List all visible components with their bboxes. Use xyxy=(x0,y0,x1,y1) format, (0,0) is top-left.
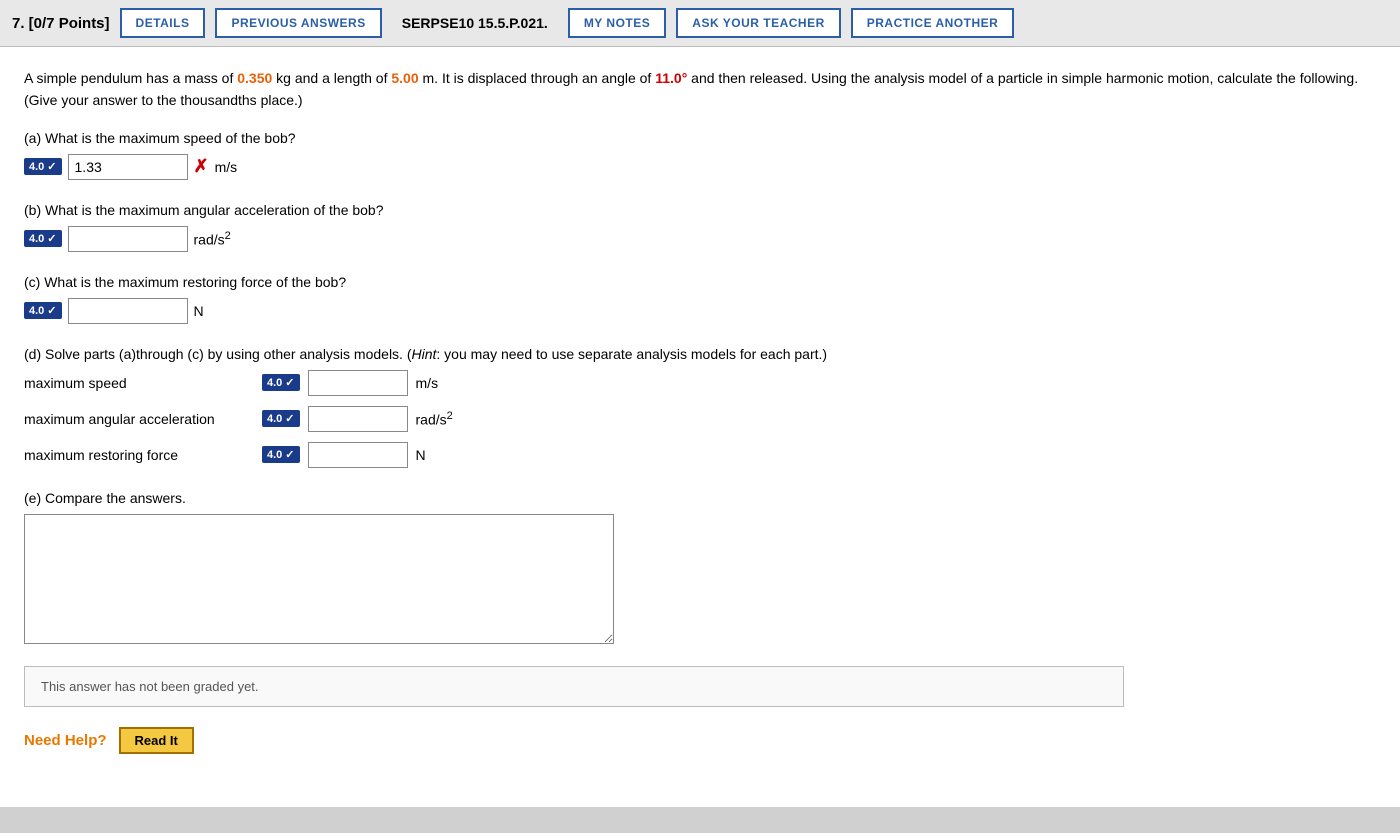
part-d-label: (d) Solve parts (a)through (c) by using … xyxy=(24,346,1376,362)
part-b-badge-label: 4.0 xyxy=(29,233,44,245)
part-d-speed-check-icon: ✓ xyxy=(285,376,294,389)
part-d-force-badge: 4.0 ✓ xyxy=(262,446,300,463)
part-b-badge: 4.0 ✓ xyxy=(24,230,62,247)
part-a-input[interactable] xyxy=(68,154,188,180)
part-d-row-angular: maximum angular acceleration 4.0 ✓ rad/s… xyxy=(24,406,1376,432)
part-d-angular-check-icon: ✓ xyxy=(285,412,294,425)
problem-text-before-mass: A simple pendulum has a mass of xyxy=(24,70,237,86)
part-d-angular-badge: 4.0 ✓ xyxy=(262,410,300,427)
header-bar: 7. [0/7 Points] DETAILS PREVIOUS ANSWERS… xyxy=(0,0,1400,47)
mass-value: 0.350 xyxy=(237,70,272,86)
part-d-row-force: maximum restoring force 4.0 ✓ N xyxy=(24,442,1376,468)
grading-box: This answer has not been graded yet. xyxy=(24,666,1124,707)
part-b-input[interactable] xyxy=(68,226,188,252)
problem-text-before-length: kg and a length of xyxy=(272,70,391,86)
part-c-badge: 4.0 ✓ xyxy=(24,302,62,319)
grading-notice-text: This answer has not been graded yet. xyxy=(41,679,259,694)
part-c-badge-label: 4.0 xyxy=(29,305,44,317)
part-c-input[interactable] xyxy=(68,298,188,324)
part-d-force-unit: N xyxy=(416,447,426,463)
part-d-force-check-icon: ✓ xyxy=(285,448,294,461)
problem-text-before-angle: m. It is displaced through an angle of xyxy=(419,70,656,86)
part-d-angular-input[interactable] xyxy=(308,406,408,432)
part-d-table: maximum speed 4.0 ✓ m/s maximum angular … xyxy=(24,370,1376,468)
part-d-speed-badge: 4.0 ✓ xyxy=(262,374,300,391)
part-b-check-icon: ✓ xyxy=(47,232,56,245)
part-d-speed-label: maximum speed xyxy=(24,375,254,391)
part-c-label: (c) What is the maximum restoring force … xyxy=(24,274,1376,290)
my-notes-button[interactable]: MY NOTES xyxy=(568,8,666,38)
part-d-speed-input[interactable] xyxy=(308,370,408,396)
part-d-force-badge-label: 4.0 xyxy=(267,449,282,461)
part-d-speed-badge-label: 4.0 xyxy=(267,377,282,389)
practice-another-button[interactable]: PRACTICE ANOTHER xyxy=(851,8,1015,38)
part-d-force-input[interactable] xyxy=(308,442,408,468)
part-b-unit: rad/s2 xyxy=(194,230,231,248)
ask-teacher-button[interactable]: ASK YOUR TEACHER xyxy=(676,8,840,38)
part-b-label: (b) What is the maximum angular accelera… xyxy=(24,202,1376,218)
part-a-badge-label: 4.0 xyxy=(29,161,44,173)
part-d-force-label: maximum restoring force xyxy=(24,447,254,463)
previous-answers-button[interactable]: PREVIOUS ANSWERS xyxy=(215,8,381,38)
part-a-section: (a) What is the maximum speed of the bob… xyxy=(24,130,1376,180)
part-a-unit: m/s xyxy=(215,159,238,175)
read-it-button[interactable]: Read It xyxy=(119,727,194,754)
part-a-check-icon: ✓ xyxy=(47,160,56,173)
question-id: SERPSE10 15.5.P.021. xyxy=(402,15,548,31)
part-d-row-speed: maximum speed 4.0 ✓ m/s xyxy=(24,370,1376,396)
need-help-label: Need Help? xyxy=(24,732,107,749)
part-e-label: (e) Compare the answers. xyxy=(24,490,1376,506)
part-b-section: (b) What is the maximum angular accelera… xyxy=(24,202,1376,252)
question-label: 7. [0/7 Points] xyxy=(12,15,110,32)
angle-value: 11.0° xyxy=(655,70,687,86)
part-c-check-icon: ✓ xyxy=(47,304,56,317)
part-b-answer-row: 4.0 ✓ rad/s2 xyxy=(24,226,1376,252)
details-button[interactable]: DETAILS xyxy=(120,8,206,38)
part-a-badge: 4.0 ✓ xyxy=(24,158,62,175)
part-a-answer-row: 4.0 ✓ ✗ m/s xyxy=(24,154,1376,180)
part-c-answer-row: 4.0 ✓ N xyxy=(24,298,1376,324)
part-a-wrong-icon: ✗ xyxy=(194,156,209,177)
problem-text: A simple pendulum has a mass of 0.350 kg… xyxy=(24,67,1376,112)
part-d-speed-unit: m/s xyxy=(416,375,439,391)
need-help-section: Need Help? Read It xyxy=(24,727,1376,754)
main-content: A simple pendulum has a mass of 0.350 kg… xyxy=(0,47,1400,807)
part-d-angular-label: maximum angular acceleration xyxy=(24,411,254,427)
length-value: 5.00 xyxy=(391,70,418,86)
part-d-angular-unit: rad/s2 xyxy=(416,410,453,428)
part-a-label: (a) What is the maximum speed of the bob… xyxy=(24,130,1376,146)
part-c-section: (c) What is the maximum restoring force … xyxy=(24,274,1376,324)
part-e-textarea[interactable] xyxy=(24,514,614,644)
part-d-angular-badge-label: 4.0 xyxy=(267,413,282,425)
part-c-unit: N xyxy=(194,303,204,319)
part-e-section: (e) Compare the answers. xyxy=(24,490,1376,644)
part-d-section: (d) Solve parts (a)through (c) by using … xyxy=(24,346,1376,468)
